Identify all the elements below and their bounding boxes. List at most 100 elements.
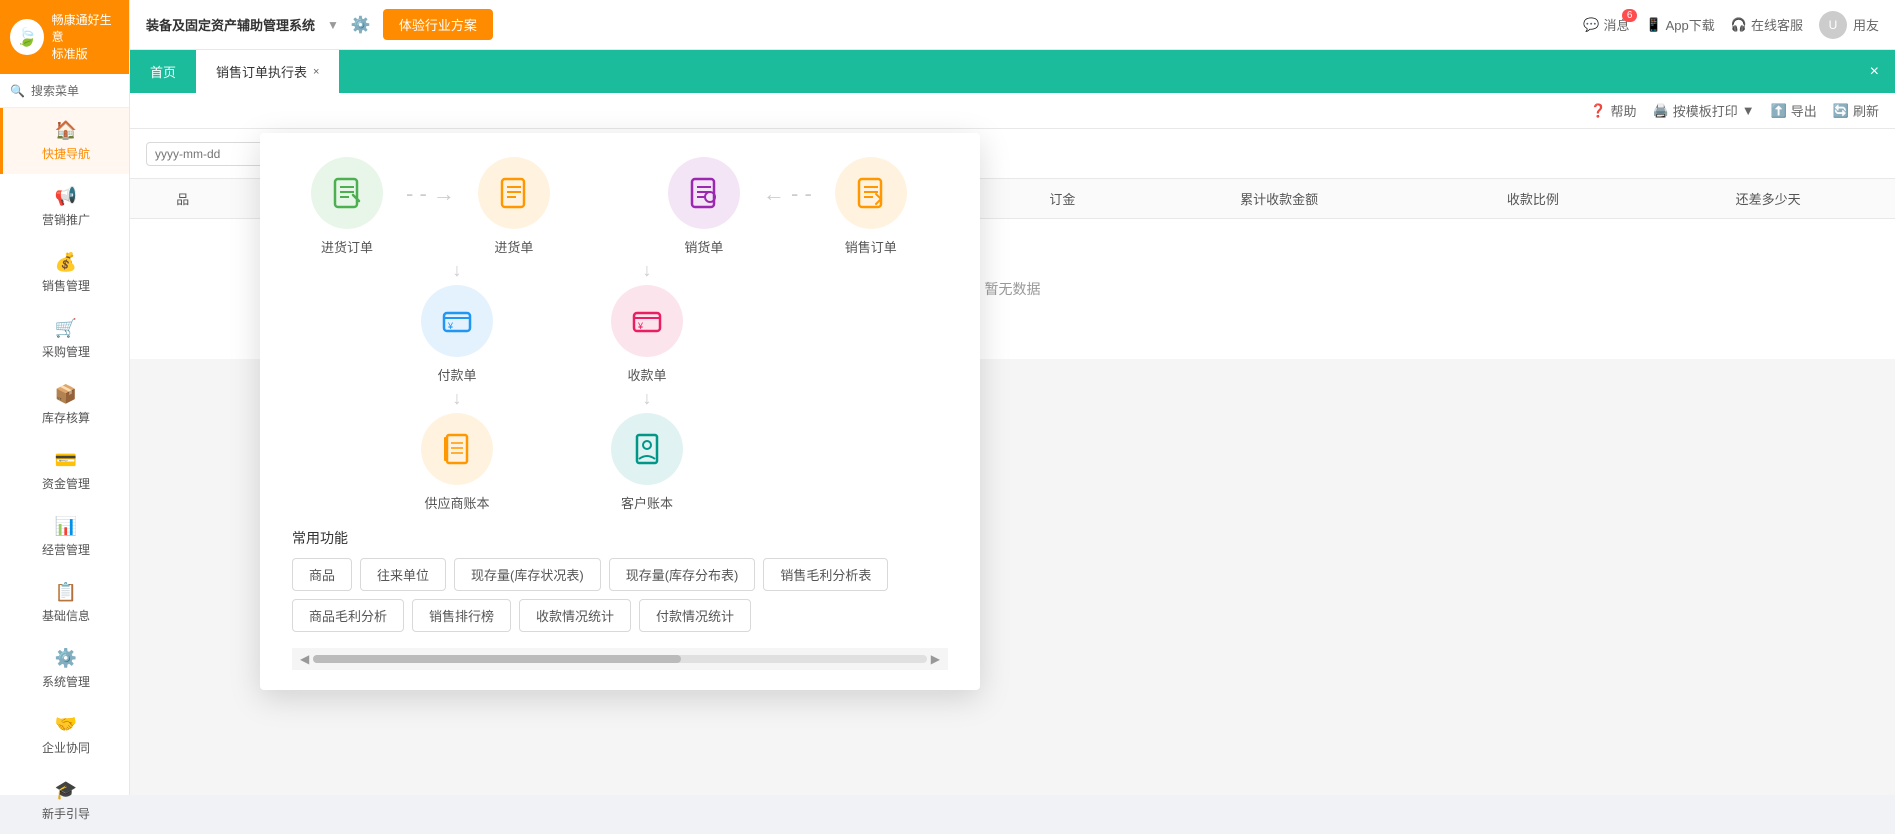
finance-icon: 💳 — [55, 450, 77, 471]
settings-icon[interactable]: ⚙️ — [351, 15, 371, 35]
sidebar-item-beginner[interactable]: 🎓新手引导 — [0, 768, 129, 834]
common-btn-往来单位[interactable]: 往来单位 — [360, 558, 446, 591]
flow-node-purchase-bill[interactable]: 进货单 — [459, 157, 569, 256]
search-menu[interactable]: 🔍 搜索菜单 — [0, 74, 129, 108]
common-functions-section: 常用功能 商品往来单位现存量(库存状况表)现存量(库存分布表)销售毛利分析表商品… — [292, 528, 948, 632]
top-bar: 装备及固定资产辅助管理系统 ▼ ⚙️ 体验行业方案 💬 消息 6 📱 App下载… — [130, 0, 1895, 50]
tab-close-icon[interactable]: × — [313, 66, 319, 78]
sales-icon: 💰 — [55, 252, 77, 273]
flow-node-purchase-order[interactable]: 进货订单 — [292, 157, 402, 256]
main-area: 装备及固定资产辅助管理系统 ▼ ⚙️ 体验行业方案 💬 消息 6 📱 App下载… — [130, 0, 1895, 795]
flow-node-sales-bill[interactable]: 销货单 — [649, 157, 759, 256]
sidebar-item-inventory[interactable]: 📦 库存核算 — [0, 372, 129, 438]
svg-text:¥: ¥ — [447, 321, 454, 331]
scroll-left-btn[interactable]: ◀ — [300, 652, 309, 666]
online-service-btn[interactable]: 🎧 在线客服 — [1731, 15, 1803, 34]
common-btn-商品[interactable]: 商品 — [292, 558, 352, 591]
experience-button[interactable]: 体验行业方案 — [383, 9, 493, 40]
flow-node-payment[interactable]: ¥ 付款单 — [402, 285, 512, 384]
sidebar-item-operations[interactable]: 📊经营管理 — [0, 504, 129, 570]
tab-home[interactable]: 首页 — [130, 50, 196, 93]
beginner-icon: 🎓 — [55, 780, 77, 801]
common-btn-收款情况统计[interactable]: 收款情况统计 — [519, 599, 631, 632]
receipt-label: 收款单 — [627, 365, 666, 384]
flow-node-supplier-ledger[interactable]: 供应商账本 — [402, 413, 512, 512]
sidebar-item-enterprise[interactable]: 🤝企业协同 — [0, 702, 129, 768]
message-btn[interactable]: 💬 消息 6 — [1583, 15, 1629, 34]
purchase-icon: 🛒 — [55, 318, 77, 339]
scroll-right-btn[interactable]: ▶ — [931, 652, 940, 666]
modal-overlay: 进货订单 - - → 进货单 — [130, 93, 1895, 795]
supplier-ledger-label: 供应商账本 — [424, 493, 489, 512]
nav-close-btn[interactable]: × — [1854, 63, 1895, 81]
common-btn-销售排行榜[interactable]: 销售排行榜 — [412, 599, 511, 632]
purchase-bill-icon — [478, 157, 550, 229]
search-icon: 🔍 — [10, 84, 25, 98]
flow-node-customer-ledger[interactable]: 客户账本 — [592, 413, 702, 512]
customer-ledger-label: 客户账本 — [621, 493, 673, 512]
common-btn-现存量(库存状况表)[interactable]: 现存量(库存状况表) — [454, 558, 601, 591]
sales-order-icon — [835, 157, 907, 229]
marketing-label: 营销推广 — [42, 211, 90, 228]
inventory-icon: 📦 — [55, 384, 77, 405]
basic-info-label: 基础信息 — [42, 607, 90, 624]
download-icon: 📱 — [1645, 17, 1661, 33]
enterprise-icon: 🤝 — [55, 714, 77, 735]
quick-nav-label: 快捷导航 — [42, 145, 90, 162]
sidebar: 🍃 畅康通好生意 标准版 🔍 搜索菜单 🏠快捷导航📢营销推广 💰 销售管理 🛒 采购管理… — [0, 0, 130, 795]
operations-label: 经营管理 — [42, 541, 90, 558]
common-btns-container: 商品往来单位现存量(库存状况表)现存量(库存分布表)销售毛利分析表商品毛利分析销… — [292, 558, 948, 632]
sales-bill-label: 销货单 — [684, 237, 723, 256]
arrow-down-3: ↓ — [453, 388, 462, 409]
scroll-track — [313, 655, 927, 663]
logo-text: 畅康通好生意 标准版 — [52, 12, 119, 62]
modal-box: 进货订单 - - → 进货单 — [260, 133, 980, 690]
tab-sales-order-execution[interactable]: 销售订单执行表 × — [196, 50, 339, 93]
common-btn-销售毛利分析表[interactable]: 销售毛利分析表 — [763, 558, 888, 591]
user-menu[interactable]: U 用友 — [1819, 11, 1879, 39]
logo-icon: 🍃 — [10, 19, 44, 55]
svg-text:¥: ¥ — [637, 321, 644, 331]
system-name: 装备及固定资产辅助管理系统 — [146, 15, 315, 34]
purchase-bill-label: 进货单 — [494, 237, 533, 256]
system-dropdown-icon[interactable]: ▼ — [327, 18, 339, 32]
customer-ledger-icon — [611, 413, 683, 485]
user-name: 用友 — [1853, 15, 1879, 34]
avatar: U — [1819, 11, 1847, 39]
message-icon: 💬 — [1583, 17, 1599, 33]
sales-order-label: 销售订单 — [845, 237, 897, 256]
sidebar-item-quick-nav[interactable]: 🏠快捷导航 — [0, 108, 129, 174]
scroll-thumb[interactable] — [313, 655, 681, 663]
scroll-bar-area: ◀ ▶ — [292, 648, 948, 670]
inventory-label: 库存核算 — [42, 409, 90, 426]
supplier-ledger-icon — [421, 413, 493, 485]
col1-flow: ↓ ¥ 付款单 ↓ — [402, 256, 512, 512]
sales-bill-icon — [668, 157, 740, 229]
flow-top-row: 进货订单 - - → 进货单 — [292, 157, 948, 256]
common-btn-付款情况统计[interactable]: 付款情况统计 — [639, 599, 751, 632]
search-label: 搜索菜单 — [31, 82, 79, 99]
logo-area: 🍃 畅康通好生意 标准版 — [0, 0, 129, 74]
arrow-down-2: ↓ — [643, 260, 652, 281]
sidebar-item-sales[interactable]: 💰 销售管理 — [0, 240, 129, 306]
sidebar-item-finance[interactable]: 💳资金管理 — [0, 438, 129, 504]
app-download-btn[interactable]: 📱 App下载 — [1645, 15, 1714, 34]
purchase-order-label: 进货订单 — [321, 237, 373, 256]
arrow-down-4: ↓ — [643, 388, 652, 409]
flow-node-sales-order[interactable]: 销售订单 — [816, 157, 926, 256]
col2-flow: ↓ ¥ 收款单 ↓ — [592, 256, 702, 512]
sidebar-item-system[interactable]: ⚙️系统管理 — [0, 636, 129, 702]
sidebar-item-basic-info[interactable]: 📋基础信息 — [0, 570, 129, 636]
flow-node-receipt[interactable]: ¥ 收款单 — [592, 285, 702, 384]
purchase-order-icon — [311, 157, 383, 229]
purchase-label: 采购管理 — [42, 343, 90, 360]
content-area: ❓ 帮助 🖨️ 按模板打印 ▼ ⬆️ 导出 🔄 刷新 — [130, 93, 1895, 795]
payment-label: 付款单 — [437, 365, 476, 384]
sidebar-item-marketing[interactable]: 📢营销推广 — [0, 174, 129, 240]
system-icon: ⚙️ — [55, 648, 77, 669]
sidebar-item-purchase[interactable]: 🛒 采购管理 — [0, 306, 129, 372]
common-btn-商品毛利分析[interactable]: 商品毛利分析 — [292, 599, 404, 632]
sales-label: 销售管理 — [42, 277, 90, 294]
arrow-1: - - → — [402, 157, 459, 207]
common-btn-现存量(库存分布表)[interactable]: 现存量(库存分布表) — [609, 558, 756, 591]
